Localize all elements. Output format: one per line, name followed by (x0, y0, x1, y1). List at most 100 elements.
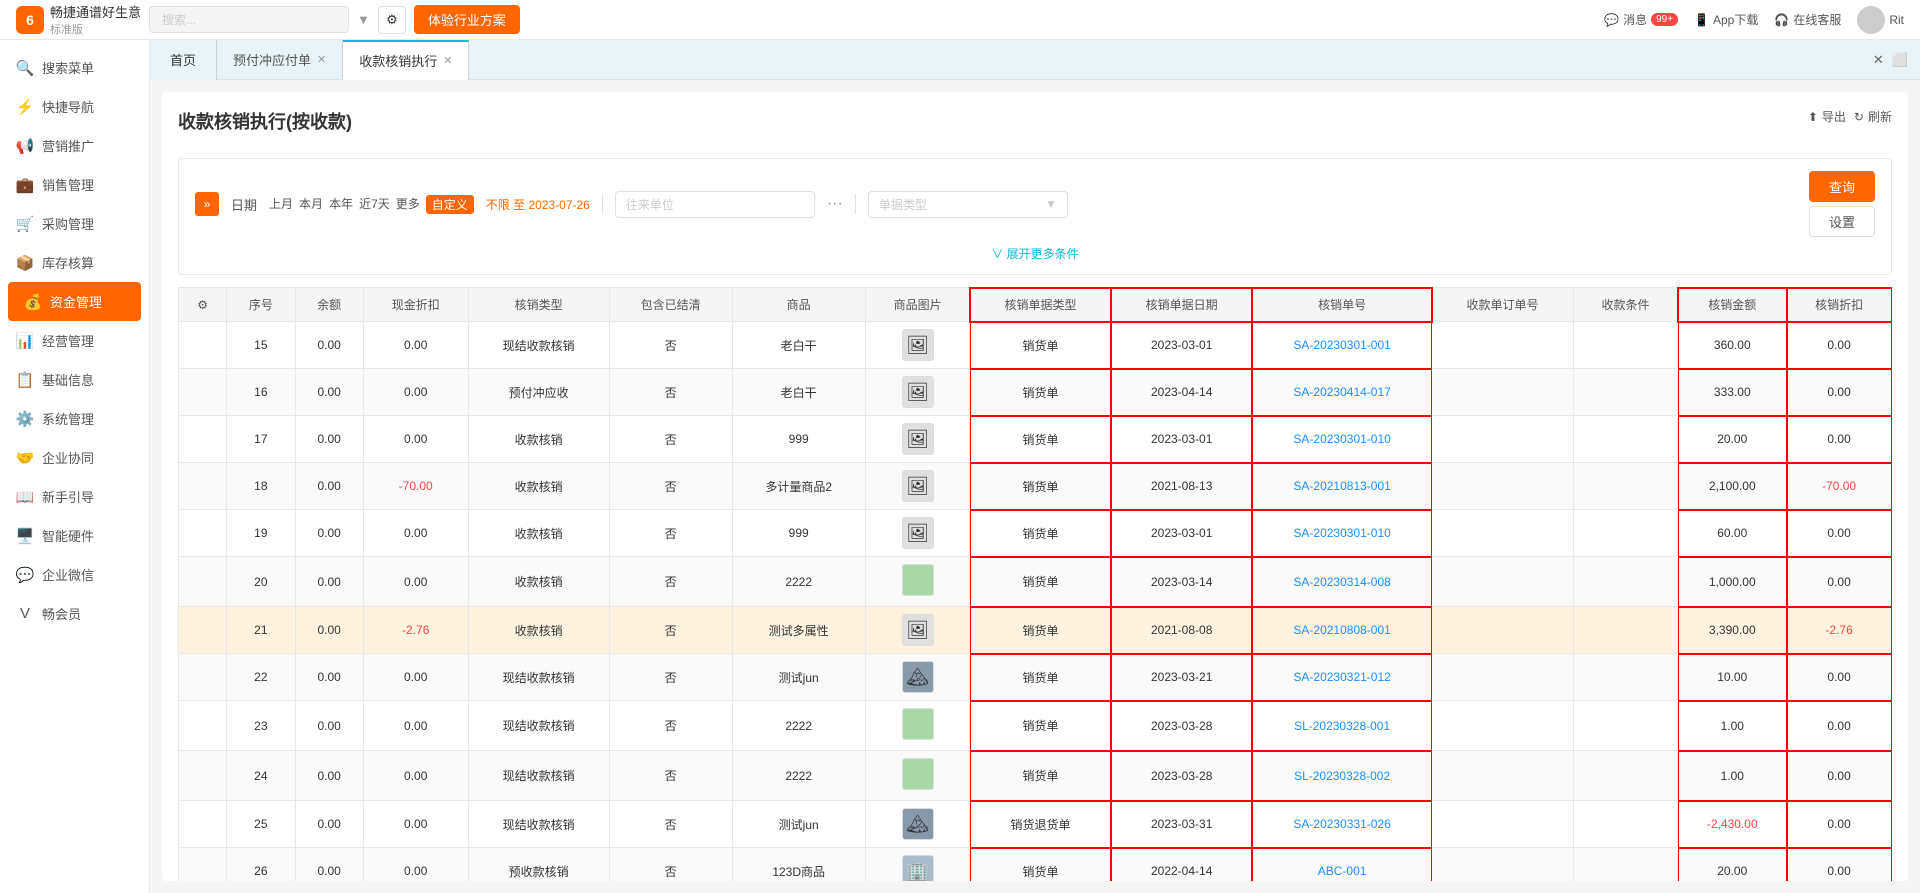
app-download-item[interactable]: 📱 App下载 (1694, 11, 1758, 28)
expand-button[interactable]: » (195, 192, 219, 216)
table-row: 260.000.00预收款核销否123D商品🏢销货单2022-04-14ABC-… (179, 848, 1892, 882)
sidebar-item-finance[interactable]: 💰 资金管理 (8, 282, 141, 321)
bill-no-link[interactable]: SA-20210808-001 (1293, 623, 1390, 637)
refresh-button[interactable]: ↻ 刷新 (1854, 108, 1892, 125)
table-cell: 销货退货单 (970, 801, 1111, 848)
sidebar-item-basic[interactable]: 📋 基础信息 (0, 360, 149, 399)
tab-prepay[interactable]: 预付冲应付单 ✕ (217, 40, 343, 80)
table-cell: 现结收款核销 (468, 801, 609, 848)
sidebar-label-finance: 资金管理 (50, 292, 102, 311)
table-cell: 999 (732, 416, 865, 463)
partner-input[interactable]: 往来单位 (615, 191, 815, 218)
col-bill-no: 核销单号 (1252, 288, 1432, 322)
app-icon: 📱 (1694, 13, 1709, 27)
row-settings (179, 654, 227, 701)
bill-type-input[interactable]: 单据类型 ▼ (868, 191, 1068, 218)
table-cell: 15 (227, 322, 295, 369)
bill-no-link[interactable]: SA-20230301-001 (1293, 338, 1390, 352)
settings-button[interactable]: 设置 (1809, 206, 1875, 237)
sidebar-item-collab[interactable]: 🤝 企业协同 (0, 438, 149, 477)
tab-home[interactable]: 首页 (150, 40, 217, 80)
bill-no-link[interactable]: ABC-001 (1318, 864, 1367, 878)
sidebar-item-inventory[interactable]: 📦 库存核算 (0, 243, 149, 282)
brand: 6 畅捷通谱好生意 标准版 (16, 2, 141, 37)
table-cell: 2023-03-31 (1111, 801, 1252, 848)
message-icon-item[interactable]: 💬 消息 99+ (1604, 11, 1678, 28)
sidebar-item-nav[interactable]: ⚡ 快捷导航 (0, 87, 149, 126)
sidebar-item-marketing[interactable]: 📢 营销推广 (0, 126, 149, 165)
bill-no-link[interactable]: SA-20230331-026 (1293, 817, 1390, 831)
table-cell: 26 (227, 848, 295, 882)
table-cell (1573, 416, 1678, 463)
date-opt-more[interactable]: 更多 (396, 195, 420, 214)
gear-button[interactable]: ⚙ (378, 6, 406, 34)
table-cell: 0.00 (1787, 369, 1892, 416)
bill-no-link[interactable]: SL-20230328-001 (1294, 719, 1390, 733)
table-row: 150.000.00现结收款核销否老白干🖼销货单2023-03-01SA-202… (179, 322, 1892, 369)
tab-receipt-close[interactable]: ✕ (443, 54, 452, 67)
date-opt-last-month[interactable]: 上月 (269, 195, 293, 214)
table-cell: 否 (609, 510, 732, 557)
table-row: 200.000.00收款核销否2222销货单2023-03-14SA-20230… (179, 557, 1892, 607)
message-label: 消息 (1623, 11, 1647, 28)
date-opt-custom[interactable]: 自定义 (426, 195, 474, 214)
product-img-cell: 🖼 (865, 369, 970, 416)
export-button[interactable]: ⬆ 导出 (1808, 108, 1846, 125)
sidebar: 🔍 搜索菜单 ⚡ 快捷导航 📢 营销推广 💼 销售管理 🛒 采购管理 📦 库存核… (0, 40, 150, 893)
bill-no-link[interactable]: SA-20230301-010 (1293, 432, 1390, 446)
sidebar-item-guide[interactable]: 📖 新手引导 (0, 477, 149, 516)
expand-more-button[interactable]: ∨ 展开更多条件 (991, 245, 1078, 262)
tab-receipt[interactable]: 收款核销执行 ✕ (343, 40, 469, 80)
table-cell: 多计量商品2 (732, 463, 865, 510)
user-item[interactable]: Rit (1857, 6, 1904, 34)
table-cell (1573, 369, 1678, 416)
marketing-icon: 📢 (16, 137, 34, 155)
window-maximize-icon[interactable]: ⬜ (1892, 52, 1908, 68)
query-button[interactable]: 查询 (1809, 171, 1875, 202)
table-cell (1573, 463, 1678, 510)
hardware-icon: 🖥️ (16, 527, 34, 545)
sidebar-item-system[interactable]: ⚙️ 系统管理 (0, 399, 149, 438)
table-cell: 1.00 (1678, 701, 1787, 751)
sidebar-item-wechat[interactable]: 💬 企业微信 (0, 555, 149, 594)
col-include-settled: 包含已结清 (609, 288, 732, 322)
sidebar-item-member[interactable]: V 畅会员 (0, 594, 149, 633)
tab-prepay-close[interactable]: ✕ (317, 53, 326, 66)
table-cell: 2023-03-14 (1111, 557, 1252, 607)
table-row: 230.000.00现结收款核销否2222销货单2023-03-28SL-202… (179, 701, 1892, 751)
bill-no-link[interactable]: SL-20230328-002 (1294, 769, 1390, 783)
sidebar-item-search[interactable]: 🔍 搜索菜单 (0, 48, 149, 87)
product-img-cell: 🏔 (865, 654, 970, 701)
top-search[interactable]: 搜索... (149, 6, 349, 33)
dots-button[interactable]: ··· (827, 195, 843, 213)
sidebar-item-purchase[interactable]: 🛒 采购管理 (0, 204, 149, 243)
table-cell: 收款核销 (468, 416, 609, 463)
date-opt-this-month[interactable]: 本月 (299, 195, 323, 214)
table-cell (1573, 751, 1678, 801)
bill-no-link[interactable]: SA-20230314-008 (1293, 575, 1390, 589)
sidebar-label-system: 系统管理 (42, 409, 94, 428)
sidebar-label-marketing: 营销推广 (42, 136, 94, 155)
row-settings (179, 801, 227, 848)
sidebar-label-basic: 基础信息 (42, 370, 94, 389)
col-settings[interactable]: ⚙ (179, 288, 227, 322)
sidebar-item-sales[interactable]: 💼 销售管理 (0, 165, 149, 204)
bill-no-link[interactable]: SA-20230301-010 (1293, 526, 1390, 540)
table-row: 240.000.00现结收款核销否2222销货单2023-03-28SL-202… (179, 751, 1892, 801)
sidebar-item-hardware[interactable]: 🖥️ 智能硬件 (0, 516, 149, 555)
online-service-item[interactable]: 🎧 在线客服 (1774, 11, 1841, 28)
date-opt-this-year[interactable]: 本年 (329, 195, 353, 214)
bill-no-link[interactable]: SA-20230414-017 (1293, 385, 1390, 399)
table-cell: 333.00 (1678, 369, 1787, 416)
bill-no-link[interactable]: SA-20230321-012 (1293, 670, 1390, 684)
window-close-icon[interactable]: ✕ (1873, 52, 1884, 68)
main-layout: 🔍 搜索菜单 ⚡ 快捷导航 📢 营销推广 💼 销售管理 🛒 采购管理 📦 库存核… (0, 40, 1920, 893)
collab-icon: 🤝 (16, 449, 34, 467)
page-actions: ⬆ 导出 ↻ 刷新 (1808, 108, 1892, 125)
sidebar-label-sales: 销售管理 (42, 175, 94, 194)
solution-button[interactable]: 体验行业方案 (414, 5, 520, 34)
sidebar-item-management[interactable]: 📊 经营管理 (0, 321, 149, 360)
date-opt-7days[interactable]: 近7天 (359, 195, 390, 214)
col-product: 商品 (732, 288, 865, 322)
bill-no-link[interactable]: SA-20210813-001 (1293, 479, 1390, 493)
